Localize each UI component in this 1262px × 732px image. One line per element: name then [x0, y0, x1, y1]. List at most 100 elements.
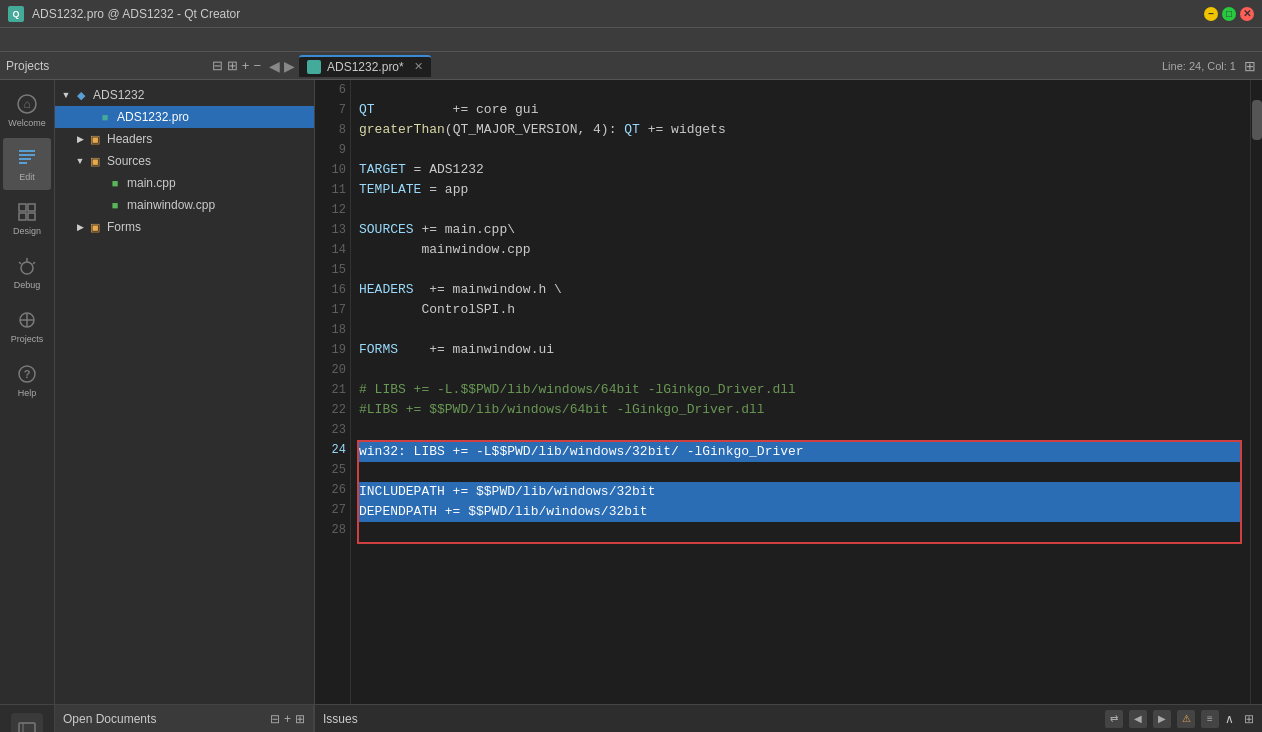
svg-rect-2 — [19, 150, 35, 152]
sidebar-item-debug[interactable]: Debug — [3, 246, 51, 298]
line-numbers: 6 7 8 9 10 11 12 13 14 15 16 17 18 19 20… — [315, 80, 351, 704]
code-line-19: FORMS += mainwindow.ui — [359, 340, 1242, 360]
issues-panel: Issues ⇄ ◀ ▶ ⚠ ≡ ∧ ⊞ — [315, 705, 1262, 732]
code-line-11: TEMPLATE = app — [359, 180, 1242, 200]
line-num: 16 — [319, 280, 346, 300]
line-num: 20 — [319, 360, 346, 380]
code-line-23 — [359, 420, 1242, 440]
editor-tab[interactable]: ADS1232.pro* ✕ — [299, 55, 431, 77]
collapse-btn[interactable]: − — [253, 58, 261, 73]
minimize-button[interactable]: – — [1204, 7, 1218, 21]
tree-item-main-cpp[interactable]: ■ main.cpp — [55, 172, 314, 194]
line-num: 12 — [319, 200, 346, 220]
tree-root[interactable]: ▼ ◆ ADS1232 — [55, 84, 314, 106]
sidebar-item-design[interactable]: Design — [3, 192, 51, 244]
svg-point-10 — [21, 262, 33, 274]
expand-btn[interactable]: + — [242, 58, 250, 73]
svg-line-13 — [33, 262, 35, 264]
line-num: 22 — [319, 400, 346, 420]
sidebar-item-welcome[interactable]: ⌂ Welcome — [3, 84, 51, 136]
file-tree-panel: ▼ ◆ ADS1232 ■ ADS1232.pro ▶ ▣ Headers — [55, 80, 315, 704]
projects-icon — [16, 309, 38, 331]
sidebar-item-projects[interactable]: Projects — [3, 300, 51, 352]
code-line-6 — [359, 80, 1242, 100]
line-num: 15 — [319, 260, 346, 280]
filter-btn[interactable]: ⊟ — [212, 58, 223, 73]
code-editor[interactable]: 6 7 8 9 10 11 12 13 14 15 16 17 18 19 20… — [315, 80, 1262, 704]
link-btn[interactable]: ⊞ — [227, 58, 238, 73]
svg-rect-7 — [28, 204, 35, 211]
code-line-24: win32: LIBS += -L$$PWD/lib/windows/32bit… — [359, 442, 1240, 462]
tab-title: ADS1232.pro* — [327, 60, 404, 74]
bottom-sidebar-project[interactable]: ADS1232 — [8, 713, 47, 732]
line-num: 13 — [319, 220, 346, 240]
pro-label: ADS1232.pro — [117, 110, 189, 124]
open-docs-add-btn[interactable]: + — [284, 712, 291, 726]
tree-item-headers[interactable]: ▶ ▣ Headers — [55, 128, 314, 150]
code-line-26: INCLUDEPATH += $$PWD/lib/windows/32bit — [359, 482, 1240, 502]
line-num: 9 — [319, 140, 346, 160]
line-num: 26 — [319, 480, 346, 500]
panel-expand-icon[interactable]: ⊞ — [1244, 58, 1256, 74]
nav-back-btn[interactable]: ◀ — [269, 58, 280, 74]
welcome-icon: ⌂ — [16, 93, 38, 115]
line-num: 21 — [319, 380, 346, 400]
sources-icon: ▣ — [87, 153, 103, 169]
line-col-info: Line: 24, Col: 1 — [1162, 60, 1236, 72]
line-num: 14 — [319, 240, 346, 260]
mainwindow-cpp-label: mainwindow.cpp — [127, 198, 215, 212]
code-line-28 — [359, 522, 1240, 542]
svg-rect-3 — [19, 154, 35, 156]
tab-close-btn[interactable]: ✕ — [414, 60, 423, 73]
svg-rect-9 — [28, 213, 35, 220]
line-num: 27 — [319, 500, 346, 520]
issues-next-btn[interactable]: ▶ — [1153, 710, 1171, 728]
issues-title: Issues — [323, 712, 1099, 726]
tree-item-forms[interactable]: ▶ ▣ Forms — [55, 216, 314, 238]
tree-item-pro[interactable]: ■ ADS1232.pro — [55, 106, 314, 128]
debug-icon — [16, 255, 38, 277]
close-button[interactable]: ✕ — [1240, 7, 1254, 21]
main-cpp-icon: ■ — [107, 175, 123, 191]
open-docs-filter-btn[interactable]: ⊟ — [270, 712, 280, 726]
code-line-22: #LIBS += $$PWD/lib/windows/64bit -lGinkg… — [359, 400, 1242, 420]
sidebar-item-edit[interactable]: Edit — [3, 138, 51, 190]
maximize-button[interactable]: □ — [1222, 7, 1236, 21]
root-icon: ◆ — [73, 87, 89, 103]
issues-filter-btn[interactable]: ≡ — [1201, 710, 1219, 728]
pro-icon: ■ — [97, 109, 113, 125]
svg-rect-19 — [19, 723, 35, 732]
line-num: 28 — [319, 520, 346, 540]
sidebar-debug-label: Debug — [14, 280, 41, 290]
help-icon: ? — [16, 363, 38, 385]
svg-line-12 — [19, 262, 21, 264]
main-layout: ⌂ Welcome Edit — [0, 80, 1262, 704]
code-content[interactable]: QT += core gui greaterThan(QT_MAJOR_VERS… — [351, 80, 1250, 704]
mainwindow-cpp-icon: ■ — [107, 197, 123, 213]
issues-prev-btn[interactable]: ◀ — [1129, 710, 1147, 728]
line-num: 19 — [319, 340, 346, 360]
code-line-12 — [359, 200, 1242, 220]
open-docs-expand-btn[interactable]: ⊞ — [295, 712, 305, 726]
sidebar-design-label: Design — [13, 226, 41, 236]
line-num: 25 — [319, 460, 346, 480]
headers-icon: ▣ — [87, 131, 103, 147]
issues-warning-btn[interactable]: ⚠ — [1177, 710, 1195, 728]
line-num: 8 — [319, 120, 346, 140]
editor-scrollbar[interactable] — [1250, 80, 1262, 704]
edit-icon — [16, 147, 38, 169]
sidebar-icons: ⌂ Welcome Edit — [0, 80, 55, 704]
issues-sync-btn[interactable]: ⇄ — [1105, 710, 1123, 728]
line-num: 6 — [319, 80, 346, 100]
tree-item-mainwindow-cpp[interactable]: ■ mainwindow.cpp — [55, 194, 314, 216]
issues-close-btn[interactable]: ∧ — [1225, 712, 1234, 726]
code-selection-box: win32: LIBS += -L$$PWD/lib/windows/32bit… — [357, 440, 1242, 544]
tree-item-sources[interactable]: ▼ ▣ Sources — [55, 150, 314, 172]
root-label: ADS1232 — [93, 88, 144, 102]
forms-arrow: ▶ — [73, 222, 87, 232]
editor-area: 6 7 8 9 10 11 12 13 14 15 16 17 18 19 20… — [315, 80, 1262, 704]
code-line-27: DEPENDPATH += $$PWD/lib/windows/32bit — [359, 502, 1240, 522]
nav-forward-btn[interactable]: ▶ — [284, 58, 295, 74]
issues-expand-btn[interactable]: ⊞ — [1244, 712, 1254, 726]
sidebar-item-help[interactable]: ? Help — [3, 354, 51, 406]
